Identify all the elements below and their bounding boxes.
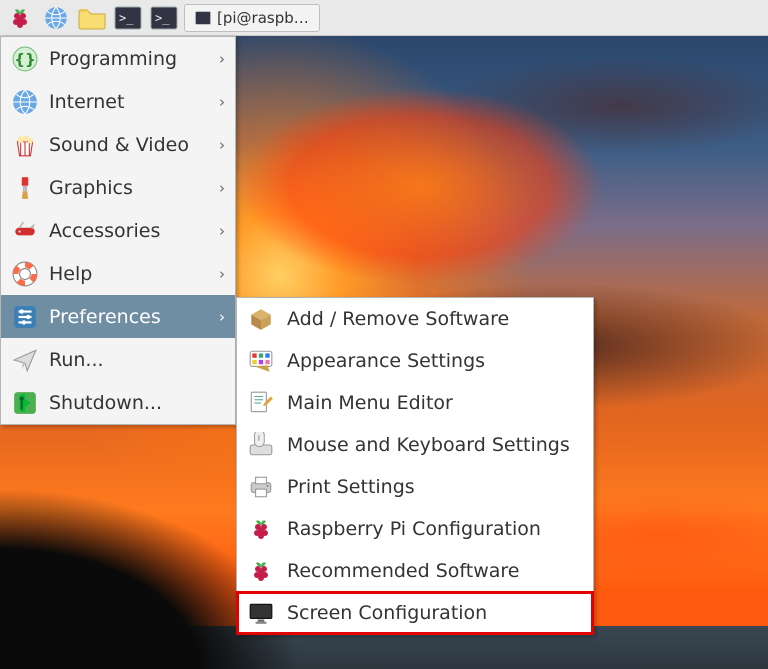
globe-icon[interactable] [40,2,72,34]
menu-item-run[interactable]: Run... [1,338,235,381]
chevron-right-icon: › [219,265,225,283]
sub-item-print-settings[interactable]: Print Settings [237,466,593,508]
raspberry-icon [247,515,275,543]
menu-item-label: Preferences [49,306,209,328]
menu-item-label: Help [49,263,209,285]
sub-item-label: Recommended Software [287,560,519,582]
menu-item-internet[interactable]: Internet › [1,80,235,123]
sub-item-label: Mouse and Keyboard Settings [287,434,570,456]
menu-item-label: Graphics [49,177,209,199]
editor-icon [247,389,275,417]
terminal-icon[interactable]: >_ [112,2,144,34]
lifebuoy-icon [11,260,39,288]
menu-item-shutdown[interactable]: Shutdown... [1,381,235,424]
mouse-icon [247,431,275,459]
chevron-right-icon: › [219,179,225,197]
menu-item-help[interactable]: Help › [1,252,235,295]
swiss-knife-icon [11,217,39,245]
sub-item-add-remove-software[interactable]: Add / Remove Software [237,298,593,340]
sub-item-label: Print Settings [287,476,415,498]
menu-item-graphics[interactable]: Graphics › [1,166,235,209]
preferences-submenu: Add / Remove Software Appearance Setting… [236,297,594,635]
sliders-icon [11,303,39,331]
chevron-right-icon: › [219,93,225,111]
sub-item-rpi-configuration[interactable]: Raspberry Pi Configuration [237,508,593,550]
chevron-right-icon: › [219,50,225,68]
chevron-right-icon: › [219,136,225,154]
monitor-icon [247,599,275,627]
braces-icon: {} [11,45,39,73]
menu-item-label: Shutdown... [49,392,225,414]
taskbar: >_ >_ [pi@raspb… [0,0,768,36]
svg-text:>_: >_ [155,11,170,25]
sub-item-appearance-settings[interactable]: Appearance Settings [237,340,593,382]
sub-item-screen-configuration[interactable]: Screen Configuration [237,592,593,634]
printer-icon [247,473,275,501]
raspberry-icon[interactable] [4,2,36,34]
terminal-icon-2[interactable]: >_ [148,2,180,34]
sub-item-label: Appearance Settings [287,350,485,372]
sub-item-label: Screen Configuration [287,602,487,624]
chevron-right-icon: › [219,308,225,326]
sub-item-label: Add / Remove Software [287,308,509,330]
brush-icon [11,174,39,202]
sub-item-mouse-keyboard[interactable]: Mouse and Keyboard Settings [237,424,593,466]
taskbar-window-title: [pi@raspb… [217,9,309,27]
globe-icon [11,88,39,116]
box-icon [247,305,275,333]
sub-item-label: Raspberry Pi Configuration [287,518,541,540]
paper-plane-icon [11,346,39,374]
popcorn-icon [11,131,39,159]
chevron-right-icon: › [219,222,225,240]
sub-item-label: Main Menu Editor [287,392,453,414]
exit-icon [11,389,39,417]
main-menu: {} Programming › Internet › Sound & Vide… [0,36,236,425]
menu-item-label: Internet [49,91,209,113]
palette-icon [247,347,275,375]
menu-item-label: Sound & Video [49,134,209,156]
menu-item-label: Programming [49,48,209,70]
svg-text:{}: {} [14,50,36,68]
menu-item-programming[interactable]: {} Programming › [1,37,235,80]
sub-item-main-menu-editor[interactable]: Main Menu Editor [237,382,593,424]
svg-text:>_: >_ [119,11,134,25]
menu-item-accessories[interactable]: Accessories › [1,209,235,252]
menu-item-label: Run... [49,349,225,371]
sub-item-recommended-software[interactable]: Recommended Software [237,550,593,592]
files-icon[interactable] [76,2,108,34]
raspberry-icon [247,557,275,585]
menu-item-label: Accessories [49,220,209,242]
menu-item-sound-video[interactable]: Sound & Video › [1,123,235,166]
taskbar-window-button[interactable]: [pi@raspb… [184,4,320,32]
menu-item-preferences[interactable]: Preferences › [1,295,235,338]
